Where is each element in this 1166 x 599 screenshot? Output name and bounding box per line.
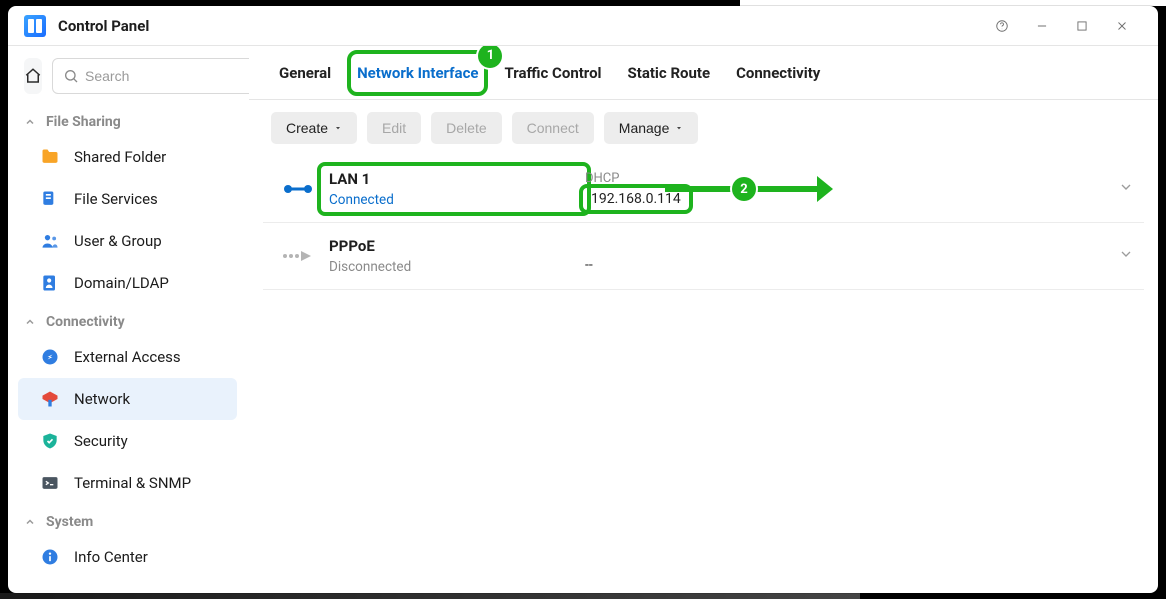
sidebar-item-label: File Services: [74, 190, 158, 208]
sidebar-item-label: External Access: [74, 348, 181, 366]
sidebar-item-label: Domain/LDAP: [74, 274, 169, 292]
sidebar-item-security[interactable]: Security: [18, 420, 237, 462]
sidebar-item-file-services[interactable]: File Services: [18, 178, 237, 220]
tab-connectivity[interactable]: Connectivity: [734, 58, 822, 88]
annotation-arrow: 2: [665, 186, 823, 192]
sidebar-item-terminal-snmp[interactable]: Terminal & SNMP: [18, 462, 237, 504]
interface-row-lan1[interactable]: LAN 1 Connected DHCP 192.168.0.114 2: [263, 156, 1144, 223]
pppoe-disconnected-icon: [273, 247, 323, 265]
sidebar-item-domain-ldap[interactable]: Domain/LDAP: [18, 262, 237, 304]
shield-icon: [40, 431, 60, 451]
toolbar: Create Edit Delete Connect Manage: [249, 100, 1158, 156]
create-button[interactable]: Create: [271, 112, 357, 144]
section-file-sharing[interactable]: File Sharing: [8, 104, 247, 136]
connect-button: Connect: [512, 112, 594, 144]
interface-ip: 192.168.0.114: [585, 190, 687, 208]
sidebar-item-label: User & Group: [74, 232, 162, 250]
sidebar-item-network[interactable]: Network: [18, 378, 237, 420]
minimize-button[interactable]: [1022, 6, 1062, 46]
interface-name: PPPoE: [329, 237, 579, 255]
sidebar-item-external-access[interactable]: External Access: [18, 336, 237, 378]
chevron-down-icon[interactable]: [1118, 246, 1134, 266]
caret-down-icon: [675, 124, 683, 132]
tab-traffic-control[interactable]: Traffic Control: [502, 58, 603, 88]
network-icon: [40, 389, 60, 409]
interface-name: LAN 1: [329, 170, 579, 188]
tab-general[interactable]: General: [277, 58, 333, 88]
chevron-up-icon: [24, 116, 36, 128]
external-access-icon: [40, 347, 60, 367]
ethernet-connected-icon: [273, 180, 323, 198]
interface-ip: --: [585, 257, 915, 273]
search-input[interactable]: [85, 68, 249, 84]
annotation-step-1: 1: [478, 46, 502, 68]
file-services-icon: [40, 189, 60, 209]
delete-button: Delete: [431, 112, 501, 144]
window-title: Control Panel: [58, 17, 149, 35]
interface-list: LAN 1 Connected DHCP 192.168.0.114 2: [249, 156, 1158, 290]
maximize-button[interactable]: [1062, 6, 1102, 46]
chevron-up-icon: [24, 316, 36, 328]
interface-row-pppoe[interactable]: PPPoE Disconnected --: [263, 223, 1144, 290]
terminal-icon: [40, 473, 60, 493]
info-icon: [40, 547, 60, 567]
interface-status: Disconnected: [329, 259, 579, 275]
tab-network-interface[interactable]: Network Interface 1: [355, 58, 480, 88]
sidebar-item-user-group[interactable]: User & Group: [18, 220, 237, 262]
control-panel-app-icon: [24, 15, 46, 37]
sidebar-item-shared-folder[interactable]: Shared Folder: [18, 136, 237, 178]
control-panel-window: Control Panel: [8, 6, 1158, 593]
sidebar: File Sharing Shared Folder File Services…: [8, 46, 249, 593]
help-button[interactable]: [982, 6, 1022, 46]
manage-button[interactable]: Manage: [604, 112, 699, 144]
search-field[interactable]: [52, 58, 249, 94]
titlebar: Control Panel: [8, 6, 1158, 46]
chevron-up-icon: [24, 516, 36, 528]
sidebar-item-label: Network: [74, 390, 130, 408]
main-panel: General Network Interface 1 Traffic Cont…: [249, 46, 1158, 593]
edit-button: Edit: [367, 112, 421, 144]
sidebar-item-label: Info Center: [74, 548, 148, 566]
section-system[interactable]: System: [8, 504, 247, 536]
annotation-step-2: 2: [732, 177, 756, 201]
sidebar-item-label: Security: [74, 432, 128, 450]
sidebar-item-info-center[interactable]: Info Center: [18, 536, 237, 578]
tab-bar: General Network Interface 1 Traffic Cont…: [249, 46, 1158, 100]
users-icon: [40, 231, 60, 251]
caret-down-icon: [334, 124, 342, 132]
section-connectivity[interactable]: Connectivity: [8, 304, 247, 336]
home-button[interactable]: [24, 58, 42, 94]
sidebar-item-label: Shared Folder: [74, 148, 166, 166]
sidebar-item-label: Terminal & SNMP: [74, 474, 191, 492]
tab-static-route[interactable]: Static Route: [626, 58, 713, 88]
interface-status: Connected: [329, 192, 579, 208]
chevron-down-icon[interactable]: [1118, 179, 1134, 199]
close-button[interactable]: [1102, 6, 1142, 46]
domain-icon: [40, 273, 60, 293]
folder-icon: [40, 147, 60, 167]
